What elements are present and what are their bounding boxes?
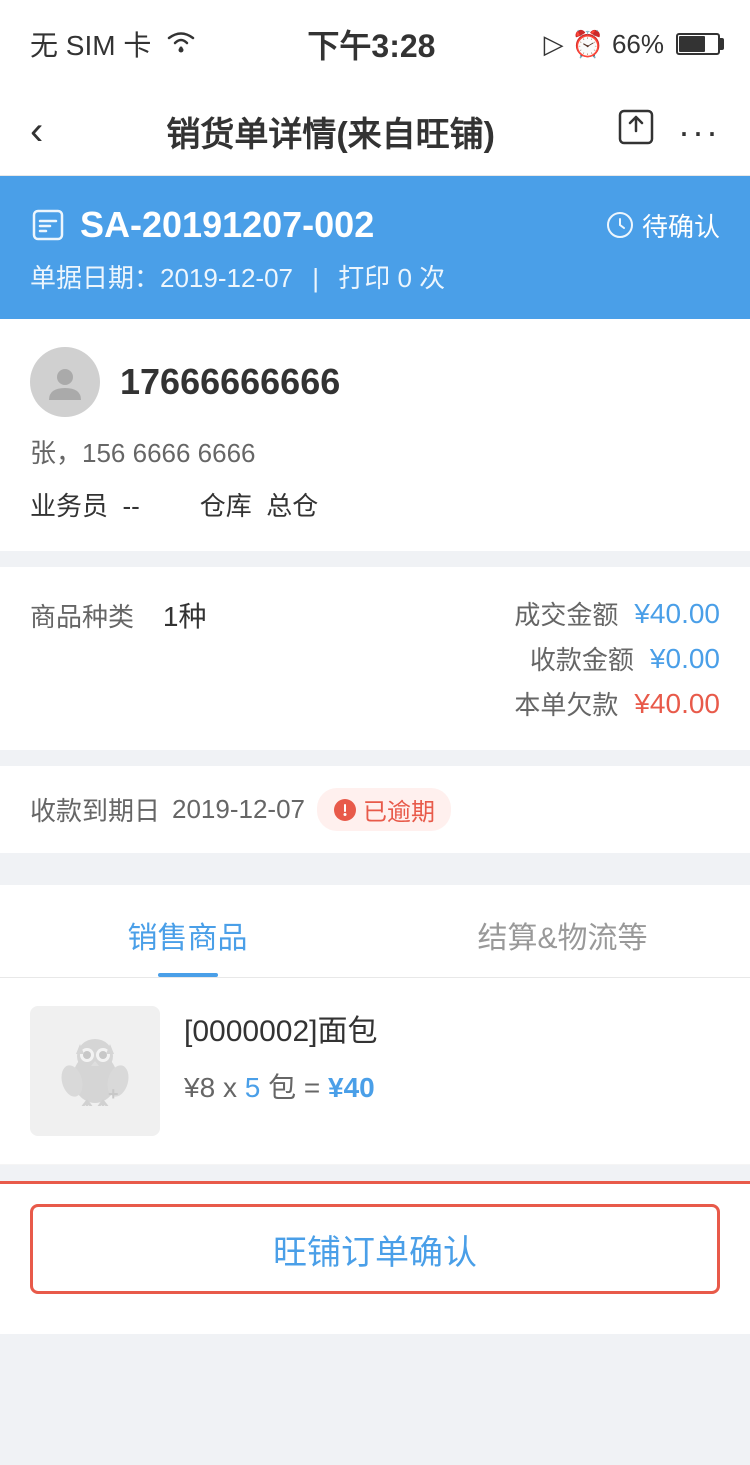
divider-3 xyxy=(0,853,750,869)
status-left: 无 SIM 卡 xyxy=(30,24,199,64)
due-date-value: 2019-12-07 xyxy=(172,794,305,825)
product-price: ¥8 xyxy=(184,1072,215,1103)
location-icon: ▷ xyxy=(544,29,564,60)
page-title: 销货单详情(来自旺铺) xyxy=(166,107,495,156)
due-date-label: 收款到期日 xyxy=(30,791,160,828)
order-icon xyxy=(30,207,66,243)
customer-phone: 17666666666 xyxy=(120,361,340,403)
product-list: + [0000002]面包 ¥8 x 5 包 = ¥40 xyxy=(0,978,750,1165)
warning-icon xyxy=(333,798,357,822)
order-header: SA-20191207-002 待确认 单据日期：2019-12-07 | 打印… xyxy=(0,176,750,319)
alarm-icon: ⏰ xyxy=(572,29,604,60)
customer-name: 张，156 6666 6666 xyxy=(30,433,720,470)
status-bar: 无 SIM 卡 下午3:28 ▷ ⏰ 66% xyxy=(0,0,750,88)
divider-1 xyxy=(0,551,750,567)
confirm-order-button[interactable]: 旺铺订单确认 xyxy=(30,1204,720,1294)
status-right: ▷ ⏰ 66% xyxy=(544,29,720,60)
product-types-value: 1种 xyxy=(163,601,207,632)
transaction-amount-label: 成交金额 xyxy=(514,595,618,632)
carrier-text: 无 SIM 卡 xyxy=(30,24,151,64)
received-amount-label: 收款金额 xyxy=(530,640,634,677)
summary-left: 商品种类 1种 xyxy=(30,595,207,643)
product-info: [0000002]面包 ¥8 x 5 包 = ¥40 xyxy=(184,1006,720,1106)
tab-sales-products[interactable]: 销售商品 xyxy=(0,885,375,977)
product-types-label: 商品种类 xyxy=(30,602,134,632)
received-amount-value: ¥0.00 xyxy=(650,643,720,675)
product-qty: 5 xyxy=(245,1072,261,1103)
sales-person: 业务员 -- xyxy=(30,486,140,523)
order-number: SA-20191207-002 xyxy=(80,204,374,246)
product-name: [0000002]面包 xyxy=(184,1006,720,1050)
overdue-badge: 已逾期 xyxy=(317,788,451,831)
share-button[interactable] xyxy=(618,109,654,154)
summary-card: 商品种类 1种 成交金额 ¥40.00 收款金额 ¥0.00 本单欠款 ¥40.… xyxy=(0,567,750,750)
order-status: 待确认 xyxy=(606,207,720,244)
product-total: ¥40 xyxy=(328,1072,375,1103)
battery-icon xyxy=(676,33,720,55)
nav-actions: ··· xyxy=(618,109,720,154)
tabs-bar: 销售商品 结算&物流等 xyxy=(0,885,750,978)
due-date-card: 收款到期日 2019-12-07 已逾期 xyxy=(0,766,750,853)
product-price-row: ¥8 x 5 包 = ¥40 xyxy=(184,1066,720,1106)
debt-amount-label: 本单欠款 xyxy=(514,685,618,722)
multiply-sign: x xyxy=(223,1072,245,1103)
bottom-bar: 旺铺订单确认 xyxy=(0,1181,750,1334)
back-button[interactable]: ‹ xyxy=(30,109,43,154)
tab-settlement[interactable]: 结算&物流等 xyxy=(375,885,750,977)
status-time: 下午3:28 xyxy=(307,21,435,67)
svg-text:+: + xyxy=(108,1084,119,1104)
more-button[interactable]: ··· xyxy=(678,111,720,153)
order-date: 单据日期：2019-12-07 | 打印 0 次 xyxy=(30,258,720,295)
warehouse: 仓库 总仓 xyxy=(200,486,318,523)
debt-amount-value: ¥40.00 xyxy=(634,688,720,720)
product-thumbnail: + xyxy=(30,1006,160,1136)
transaction-amount-value: ¥40.00 xyxy=(634,598,720,630)
equals-sign: = xyxy=(304,1072,328,1103)
customer-avatar xyxy=(30,347,100,417)
nav-bar: ‹ 销货单详情(来自旺铺) ··· xyxy=(0,88,750,176)
product-unit: 包 xyxy=(268,1072,296,1103)
summary-right: 成交金额 ¥40.00 收款金额 ¥0.00 本单欠款 ¥40.00 xyxy=(514,595,720,722)
clock-icon xyxy=(606,211,634,239)
product-image: + xyxy=(50,1036,140,1106)
wifi-icon xyxy=(163,28,199,61)
table-row: + [0000002]面包 ¥8 x 5 包 = ¥40 xyxy=(0,978,750,1165)
customer-meta: 业务员 -- 仓库 总仓 xyxy=(30,486,720,523)
customer-card: 17666666666 张，156 6666 6666 业务员 -- 仓库 总仓 xyxy=(0,319,750,551)
battery-text: 66% xyxy=(612,29,664,60)
divider-2 xyxy=(0,750,750,766)
